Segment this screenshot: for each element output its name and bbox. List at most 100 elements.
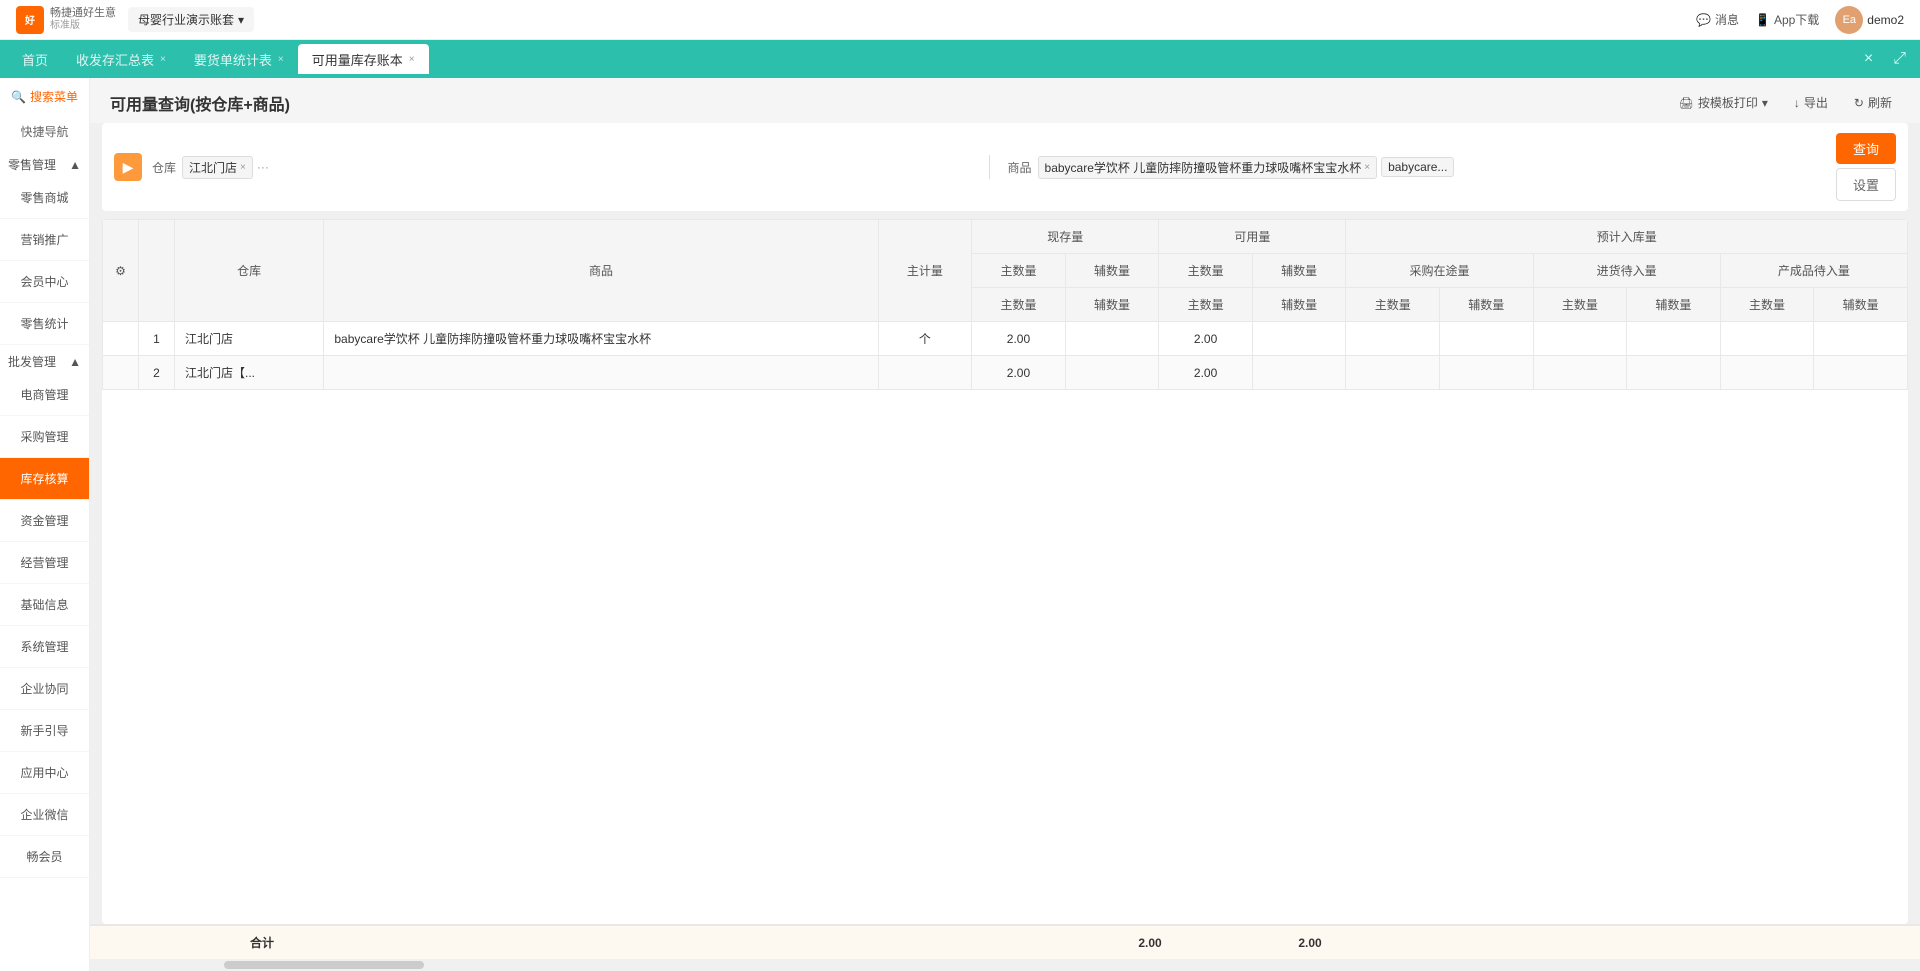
filter-buttons: 查询 设置	[1836, 133, 1896, 201]
template-badge: 标准版	[50, 20, 116, 32]
page-header: 可用量查询(按仓库+商品) 🖨 按模板打印 ▾ ↓ 导出 ↻ 刷新	[90, 78, 1920, 123]
arrow-icon: ▲	[69, 158, 81, 172]
tab-available-inventory[interactable]: 可用量库存账本 ×	[298, 44, 429, 74]
search-btn[interactable]: 查询	[1836, 133, 1896, 164]
tab-close-all-btn[interactable]: ×	[1858, 48, 1879, 70]
sidebar-item-member2[interactable]: 畅会员	[0, 836, 89, 878]
th-index	[139, 220, 175, 322]
th-transit-main: 主数量	[1533, 288, 1627, 322]
refresh-icon: ↻	[1854, 96, 1864, 110]
th-purchase-aux: 辅数量	[1440, 288, 1534, 322]
th-purchase-main: 主数量	[1346, 288, 1440, 322]
tab-inventory-summary[interactable]: 收发存汇总表 ×	[62, 44, 180, 74]
top-bar-left: 好 畅捷通好生意 标准版 母婴行业演示账套 ▾	[16, 6, 254, 34]
th-stock-group: 现存量	[972, 220, 1159, 254]
export-btn[interactable]: ↓ 导出	[1786, 90, 1836, 115]
tab-bar-actions: × ⤢	[1858, 48, 1912, 70]
message-btn[interactable]: 💬 消息	[1696, 11, 1739, 28]
username-label: demo2	[1867, 13, 1904, 27]
avatar: Ea	[1835, 6, 1863, 34]
tab-close-icon[interactable]: ×	[409, 54, 415, 65]
footer-available-main-total: 2.00	[1270, 936, 1350, 950]
refresh-btn[interactable]: ↻ 刷新	[1846, 90, 1900, 115]
remove-tag-icon[interactable]: ×	[240, 162, 246, 173]
download-icon: 📱	[1755, 13, 1770, 27]
sidebar-item-enterprise[interactable]: 企业协同	[0, 668, 89, 710]
filter-divider	[989, 155, 990, 179]
goods-tag-2[interactable]: babycare...	[1381, 157, 1454, 177]
top-bar-right: 💬 消息 📱 App下载 Ea demo2	[1696, 6, 1904, 34]
sidebar-item-wholesale-mgmt[interactable]: 批发管理 ▲	[0, 345, 89, 374]
table-row: 1 江北门店 babycare学饮杯 儿童防摔防撞吸管杯重力球吸嘴杯宝宝水杯 个…	[103, 322, 1908, 356]
warehouse-label: 仓库	[152, 159, 176, 176]
tab-close-icon[interactable]: ×	[160, 54, 166, 65]
th-product-main: 主数量	[1720, 288, 1814, 322]
remove-tag-icon[interactable]: ×	[1364, 162, 1370, 173]
chevron-down-icon: ▾	[238, 13, 244, 27]
page-title: 可用量查询(按仓库+商品)	[110, 91, 290, 115]
more-indicator[interactable]: ···	[257, 160, 269, 174]
sidebar-nav-shortcut[interactable]: 快捷导航	[0, 115, 89, 148]
sidebar-item-basic-info[interactable]: 基础信息	[0, 584, 89, 626]
th-available-aux: 辅数量	[1252, 254, 1346, 288]
print-icon: 🖨	[1679, 96, 1694, 110]
tab-home[interactable]: 首页	[8, 44, 62, 74]
top-bar: 好 畅捷通好生意 标准版 母婴行业演示账套 ▾ 💬 消息 📱 App下载 Ea …	[0, 0, 1920, 40]
sidebar-item-ecommerce[interactable]: 电商管理	[0, 374, 89, 416]
filter-area: ▶ 仓库 江北门店 × ··· 商品 babycare学饮杯 儿童防摔防撞吸管杯…	[102, 123, 1908, 211]
tab-restore-btn[interactable]: ⤢	[1887, 48, 1912, 70]
warehouse-tags: 江北门店 × ···	[182, 156, 970, 179]
th-stock-main: 主数量	[972, 254, 1066, 288]
industry-selector[interactable]: 母婴行业演示账套 ▾	[128, 7, 254, 32]
sidebar-item-retail-mgmt[interactable]: 零售管理 ▲	[0, 148, 89, 177]
sidebar-item-system[interactable]: 系统管理	[0, 626, 89, 668]
goods-tag-1[interactable]: babycare学饮杯 儿童防摔防撞吸管杯重力球吸嘴杯宝宝水杯 ×	[1038, 156, 1378, 179]
filter-toggle-btn[interactable]: ▶	[114, 153, 142, 181]
sidebar-item-inventory[interactable]: 库存核算	[0, 458, 89, 500]
th-available-group: 可用量	[1159, 220, 1346, 254]
warehouse-tag-1[interactable]: 江北门店 ×	[182, 156, 253, 179]
horizontal-scrollbar[interactable]	[102, 959, 1908, 971]
sidebar-search[interactable]: 🔍 搜索菜单	[0, 78, 89, 115]
main-layout: 🔍 搜索菜单 快捷导航 零售管理 ▲ 零售商城 营销推广 会员中心 零售统计 批…	[0, 78, 1920, 971]
goods-filter-group: 商品 babycare学饮杯 儿童防摔防撞吸管杯重力球吸嘴杯宝宝水杯 × bab…	[1008, 156, 1827, 179]
sidebar-item-finance[interactable]: 资金管理	[0, 500, 89, 542]
tab-close-icon[interactable]: ×	[278, 54, 284, 65]
search-icon: 🔍	[11, 90, 26, 104]
sidebar: 🔍 搜索菜单 快捷导航 零售管理 ▲ 零售商城 营销推广 会员中心 零售统计 批…	[0, 78, 90, 971]
footer-label: 合计	[172, 934, 352, 951]
settings-btn[interactable]: 设置	[1836, 168, 1896, 201]
tab-bar: 首页 收发存汇总表 × 要货单统计表 × 可用量库存账本 × × ⤢	[0, 40, 1920, 78]
sidebar-item-operations[interactable]: 经营管理	[0, 542, 89, 584]
th-warehouse: 仓库	[175, 220, 324, 322]
th-available-main: 主数量	[1159, 254, 1253, 288]
user-area[interactable]: Ea demo2	[1835, 6, 1904, 34]
th-purchase-group: 采购在途量	[1346, 254, 1533, 288]
export-icon: ↓	[1794, 96, 1800, 110]
app-download-btn[interactable]: 📱 App下载	[1755, 11, 1819, 28]
sidebar-item-marketing[interactable]: 营销推广	[0, 219, 89, 261]
print-btn[interactable]: 🖨 按模板打印 ▾	[1671, 90, 1776, 115]
page-actions: 🖨 按模板打印 ▾ ↓ 导出 ↻ 刷新	[1671, 90, 1900, 115]
sidebar-item-app-center[interactable]: 应用中心	[0, 752, 89, 794]
sidebar-item-purchase[interactable]: 采购管理	[0, 416, 89, 458]
logo-area: 好 畅捷通好生意 标准版	[16, 6, 116, 34]
sidebar-item-new-guide[interactable]: 新手引导	[0, 710, 89, 752]
th-product-aux: 辅数量	[1814, 288, 1908, 322]
tab-order-stats[interactable]: 要货单统计表 ×	[180, 44, 298, 74]
sidebar-item-retail-stats[interactable]: 零售统计	[0, 303, 89, 345]
logo-text: 畅捷通好生意 标准版	[50, 7, 116, 32]
footer-stock-main-total: 2.00	[1110, 936, 1190, 950]
th-settings[interactable]: ⚙	[103, 220, 139, 322]
sidebar-item-member[interactable]: 会员中心	[0, 261, 89, 303]
logo-icon: 好	[16, 6, 44, 34]
sidebar-item-wechat[interactable]: 企业微信	[0, 794, 89, 836]
table-wrapper[interactable]: ⚙ 仓库 商品 主计量 现存量 可用量 预计入库量 主数量 辅数量 主数量 辅数…	[102, 219, 1908, 924]
chevron-down-icon: ▾	[1762, 96, 1768, 110]
sidebar-item-retail-mall[interactable]: 零售商城	[0, 177, 89, 219]
table-footer: 合计 2.00 2.00	[90, 924, 1920, 959]
th-product-group: 产成品待入量	[1720, 254, 1907, 288]
scrollbar-thumb[interactable]	[224, 961, 424, 969]
th-stock-main2: 主数量	[972, 288, 1066, 322]
th-transit-group: 进货待入量	[1533, 254, 1720, 288]
